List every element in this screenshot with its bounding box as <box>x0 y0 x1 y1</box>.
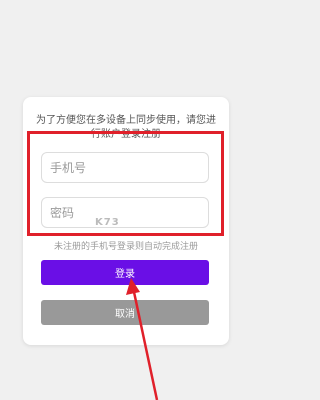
arrow-shaft <box>132 291 159 400</box>
arrow-head <box>126 278 140 295</box>
annotation-arrow <box>126 278 159 400</box>
